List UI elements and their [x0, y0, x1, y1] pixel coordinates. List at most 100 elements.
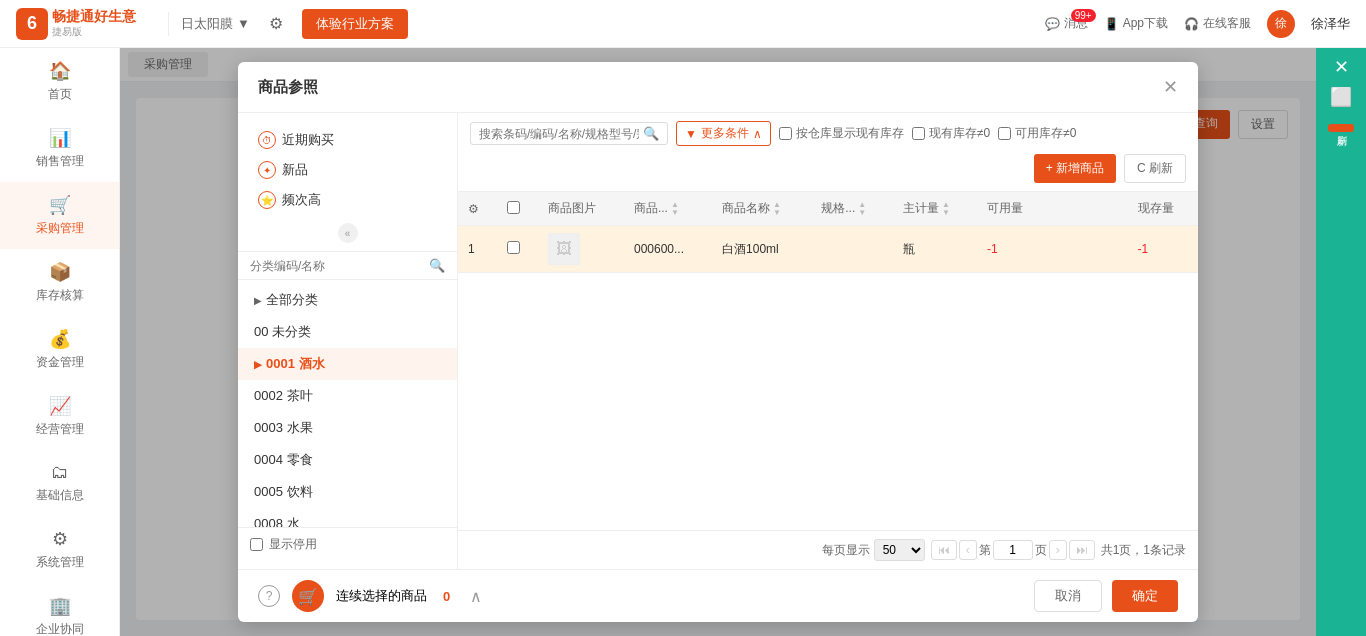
- sidebar-item-business[interactable]: 📈 经营管理: [0, 383, 119, 450]
- product-table-wrapper: ⚙ 商品图片 商品... ▲▼: [458, 192, 1198, 530]
- category-item-0002[interactable]: 0002 茶叶: [238, 380, 457, 412]
- sidebar-item-system[interactable]: ⚙ 系统管理: [0, 516, 119, 583]
- triangle-icon-all: ▶: [254, 295, 262, 306]
- category-item-all[interactable]: ▶ 全部分类: [238, 284, 457, 316]
- footer-right: 取消 确定: [1034, 580, 1178, 612]
- category-item-0003[interactable]: 0003 水果: [238, 412, 457, 444]
- sidebar-label-basic: 基础信息: [36, 487, 84, 504]
- pagination: 每页显示 50 100 200 ⏮ ‹ 第: [458, 530, 1198, 569]
- per-page-label: 每页显示: [822, 542, 870, 559]
- sort-icons-code: ▲▼: [671, 201, 679, 217]
- category-item-0008[interactable]: 0008 水: [238, 508, 457, 527]
- category-search-input[interactable]: [250, 259, 425, 273]
- by-warehouse-checkbox-label[interactable]: 按仓库显示现有库存: [779, 125, 904, 142]
- add-product-btn[interactable]: + 新增商品: [1034, 154, 1116, 183]
- recent-purchase-label: 近期购买: [282, 131, 334, 149]
- cancel-btn[interactable]: 取消: [1034, 580, 1102, 612]
- message-btn[interactable]: 💬 消息 99+: [1045, 15, 1088, 32]
- confirm-btn[interactable]: 确定: [1112, 580, 1178, 612]
- collapse-left-btn[interactable]: «: [338, 223, 358, 243]
- category-item-0004[interactable]: 0004 零食: [238, 444, 457, 476]
- th-code[interactable]: 商品... ▲▼: [624, 192, 712, 226]
- right-refresh-btn[interactable]: 刷新: [1328, 124, 1354, 132]
- enterprise-icon: 🏢: [49, 595, 71, 617]
- sidebar-label-purchase: 采购管理: [36, 220, 84, 237]
- home-icon: 🏠: [49, 60, 71, 82]
- usable-nonzero-text: 可用库存≠0: [1015, 125, 1076, 142]
- new-product-label: 新品: [282, 161, 308, 179]
- company-selector[interactable]: 日太阳膜 ▼: [181, 15, 250, 33]
- collapse-footer-btn[interactable]: ∧: [470, 587, 482, 606]
- modal-header: 商品参照 ✕: [238, 62, 1198, 113]
- cell-checkbox[interactable]: [497, 226, 538, 273]
- first-page-btn[interactable]: ⏮: [931, 540, 957, 560]
- prev-page-btn[interactable]: ‹: [959, 540, 977, 560]
- show-disabled-checkbox[interactable]: [250, 538, 263, 551]
- recent-purchase-item[interactable]: ⏱ 近期购买: [250, 125, 445, 155]
- new-product-item[interactable]: ✦ 新品: [250, 155, 445, 185]
- header-divider: [168, 12, 169, 36]
- th-settings[interactable]: ⚙: [458, 192, 497, 226]
- category-search-icon[interactable]: 🔍: [429, 258, 445, 273]
- current-value: -1: [1138, 242, 1149, 256]
- sidebar-item-basic[interactable]: 🗂 基础信息: [0, 450, 119, 516]
- right-expand-icon[interactable]: ⬜: [1330, 86, 1352, 108]
- product-search-box: 🔍: [470, 122, 668, 145]
- modal-close-btn[interactable]: ✕: [1163, 76, 1178, 98]
- sidebar-item-enterprise[interactable]: 🏢 企业协同: [0, 583, 119, 636]
- app-layout: 🏠 首页 📊 销售管理 🛒 采购管理 📦 库存核算 💰 资金管理 📈 经营管理 …: [0, 48, 1366, 636]
- category-label-all: 全部分类: [266, 291, 318, 309]
- refresh-btn[interactable]: C 刷新: [1124, 154, 1186, 183]
- th-current: [1048, 192, 1128, 226]
- per-page-dropdown[interactable]: 50 100 200: [874, 539, 925, 561]
- logo: 6 畅捷通好生意 捷易版: [16, 8, 136, 40]
- sidebar-item-finance[interactable]: 💰 资金管理: [0, 316, 119, 383]
- finance-icon: 💰: [49, 328, 71, 350]
- cart-icon[interactable]: 🛒: [292, 580, 324, 612]
- row-checkbox[interactable]: [507, 241, 520, 254]
- category-label-0001: 0001 酒水: [266, 355, 325, 373]
- modal-overlay: 商品参照 ✕ ⏱ 近期购买 ✦ 新: [120, 48, 1316, 636]
- help-icon[interactable]: ?: [258, 585, 280, 607]
- next-page-btn[interactable]: ›: [1049, 540, 1067, 560]
- th-unit[interactable]: 主计量 ▲▼: [893, 192, 977, 226]
- category-item-0001[interactable]: ▶ 0001 酒水: [238, 348, 457, 380]
- sidebar-item-home[interactable]: 🏠 首页: [0, 48, 119, 115]
- page-navigation: ⏮ ‹ 第 页 › ⏭: [931, 540, 1095, 560]
- modal-right-panel: 🔍 ▼ 更多条件 ∧ 按仓库显示现有库存: [458, 113, 1198, 569]
- usable-nonzero-label[interactable]: 可用库存≠0: [998, 125, 1076, 142]
- by-warehouse-checkbox[interactable]: [779, 127, 792, 140]
- sidebar-item-purchase[interactable]: 🛒 采购管理: [0, 182, 119, 249]
- right-panel-strip: ✕ ⬜ 刷新: [1316, 48, 1366, 636]
- th-name[interactable]: 商品名称 ▲▼: [712, 192, 811, 226]
- show-disabled-row: 显示停用: [238, 527, 457, 561]
- product-search-input[interactable]: [479, 127, 639, 141]
- online-service-btn[interactable]: 🎧 在线客服: [1184, 15, 1251, 32]
- th-image: 商品图片: [538, 192, 624, 226]
- th-spec[interactable]: 规格... ▲▼: [811, 192, 893, 226]
- modal-title: 商品参照: [258, 78, 318, 97]
- select-all-checkbox[interactable]: [507, 201, 520, 214]
- available-nonzero-text: 现有库存≠0: [929, 125, 990, 142]
- username[interactable]: 徐泽华: [1311, 15, 1350, 33]
- settings-icon[interactable]: ⚙: [262, 10, 290, 38]
- table-row[interactable]: 1 🖼 000600... 白酒100ml: [458, 226, 1198, 273]
- available-nonzero-checkbox[interactable]: [912, 127, 925, 140]
- more-filter-btn[interactable]: ▼ 更多条件 ∧: [676, 121, 771, 146]
- available-nonzero-label[interactable]: 现有库存≠0: [912, 125, 990, 142]
- category-item-0005[interactable]: 0005 饮料: [238, 476, 457, 508]
- right-close-icon[interactable]: ✕: [1334, 56, 1349, 78]
- experience-btn[interactable]: 体验行业方案: [302, 9, 408, 39]
- sidebar-item-inventory[interactable]: 📦 库存核算: [0, 249, 119, 316]
- frequent-item[interactable]: ⭐ 频次高: [250, 185, 445, 215]
- sidebar-item-sales[interactable]: 📊 销售管理: [0, 115, 119, 182]
- usable-nonzero-checkbox[interactable]: [998, 127, 1011, 140]
- product-search-icon[interactable]: 🔍: [643, 126, 659, 141]
- category-list: ▶ 全部分类 00 未分类 ▶ 0001 酒水 0002 茶: [238, 280, 457, 527]
- cell-current: -1: [1128, 226, 1199, 273]
- last-page-btn[interactable]: ⏭: [1069, 540, 1095, 560]
- app-download-btn[interactable]: 📱 App下载: [1104, 15, 1168, 32]
- category-item-00[interactable]: 00 未分类: [238, 316, 457, 348]
- available-value: -1: [987, 242, 998, 256]
- page-number-input[interactable]: [993, 540, 1033, 560]
